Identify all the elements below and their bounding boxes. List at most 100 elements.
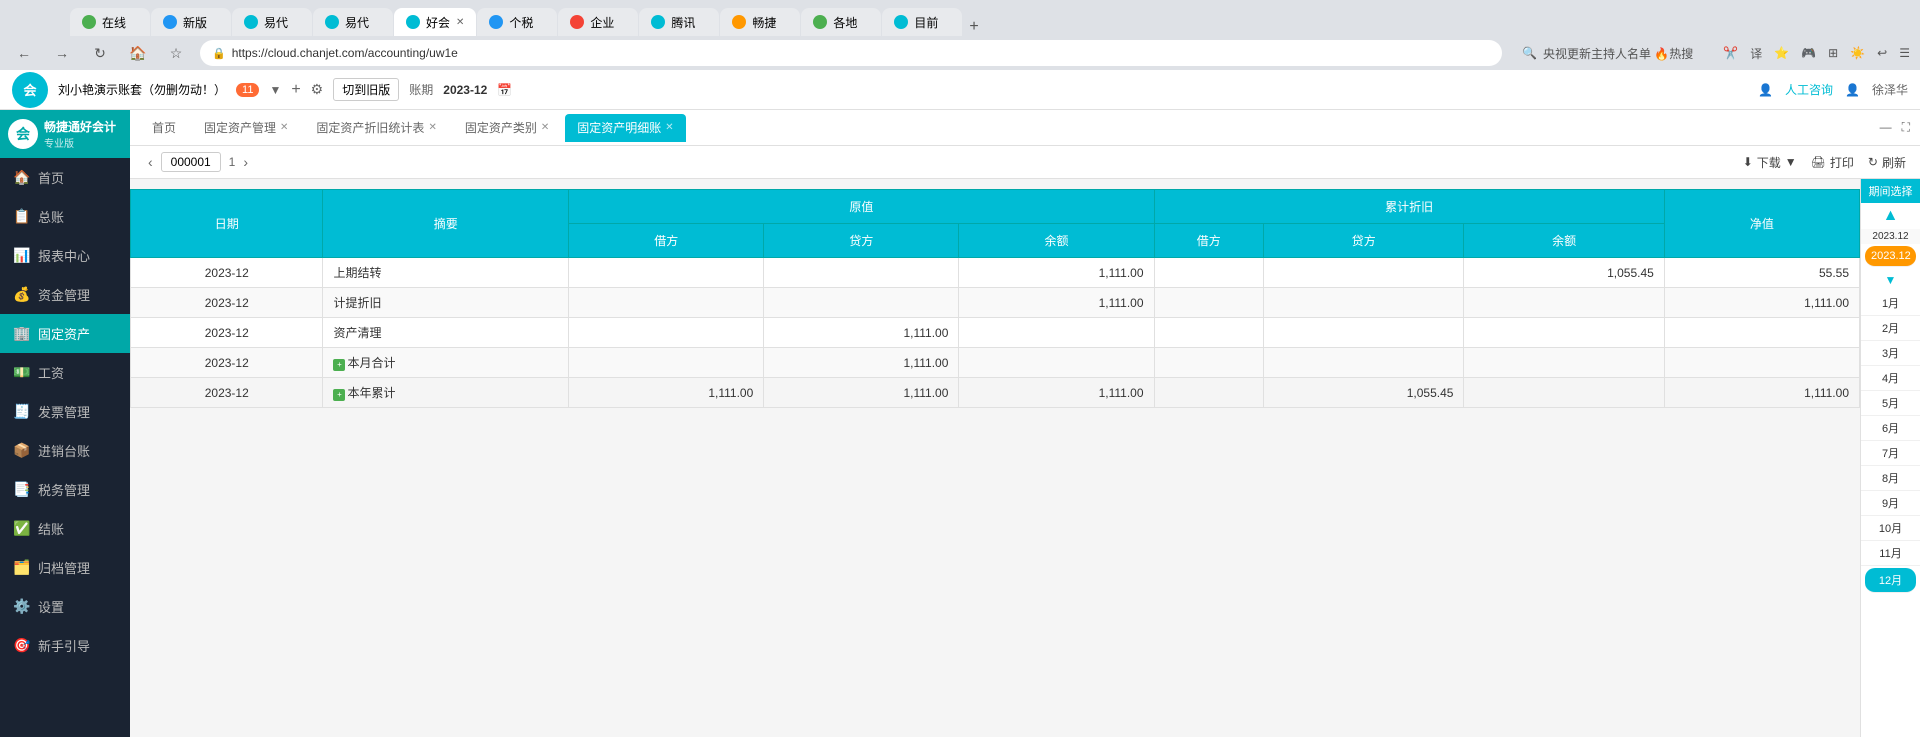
browser-tab-close-haohui[interactable]: ✕ xyxy=(456,17,464,28)
lock-icon: 🔒 xyxy=(212,47,226,60)
table-container: 日期 摘要 原值 累计折旧 净值 借方 贷方 余额 借方 贷方 余额 xyxy=(130,179,1860,737)
app-tab-fixed-detail[interactable]: 固定资产明细账 ✕ xyxy=(565,114,685,142)
browser-tab-muqian[interactable]: 目前 xyxy=(882,8,962,36)
row2-accum-balance xyxy=(1464,288,1664,318)
row2-date: 2023-12 xyxy=(131,288,323,318)
user-name[interactable]: 徐泽华 xyxy=(1872,81,1908,98)
period-selected-year: 2023.12 xyxy=(1861,229,1920,244)
sidebar-item-ledger[interactable]: 📋 总账 xyxy=(0,197,130,236)
game-icon[interactable]: 🎮 xyxy=(1801,46,1816,60)
period-month-9[interactable]: 9月 xyxy=(1861,491,1920,516)
period-month-2[interactable]: 2月 xyxy=(1861,316,1920,341)
period-scroll-down[interactable]: ▼ xyxy=(1861,269,1920,291)
app-tab-fixed-mgmt-close[interactable]: ✕ xyxy=(280,122,288,133)
table-row-monthly-total: 2023-12 +本月合计 1,111.00 xyxy=(131,348,1860,378)
period-month-10[interactable]: 10月 xyxy=(1861,516,1920,541)
home-button[interactable]: 🏠 xyxy=(124,39,152,67)
period-month-7[interactable]: 7月 xyxy=(1861,441,1920,466)
sidebar-item-guide[interactable]: 🎯 新手引导 xyxy=(0,626,130,665)
browser-tab-new[interactable]: 新版 xyxy=(151,8,231,36)
period-month-12[interactable]: 12月 xyxy=(1865,568,1916,593)
app-tab-fixed-depreciation[interactable]: 固定资产折旧统计表 ✕ xyxy=(304,114,448,142)
period-month-1[interactable]: 1月 xyxy=(1861,291,1920,316)
sidebar-item-invoice[interactable]: 🧾 发票管理 xyxy=(0,392,130,431)
scissors-icon[interactable]: ✂️ xyxy=(1723,46,1738,60)
undo-icon[interactable]: ↩ xyxy=(1877,46,1887,60)
customer-service-label[interactable]: 人工咨询 xyxy=(1785,81,1833,98)
sidebar-item-fixed[interactable]: 🏢 固定资产 xyxy=(0,314,130,353)
grid-icon[interactable]: ⊞ xyxy=(1828,46,1838,60)
browser-tab-changjie[interactable]: 畅捷 xyxy=(720,8,800,36)
period-month-6[interactable]: 6月 xyxy=(1861,416,1920,441)
next-page-button[interactable]: › xyxy=(239,152,252,172)
sidebar-item-settings[interactable]: ⚙️ 设置 xyxy=(0,587,130,626)
sidebar-item-reports[interactable]: 📊 报表中心 xyxy=(0,236,130,275)
browser-tab-yidai1[interactable]: 易代 xyxy=(232,8,312,36)
settings-btn[interactable]: ⚙ xyxy=(311,81,324,98)
sidebar-item-archive[interactable]: 🗂️ 归档管理 xyxy=(0,548,130,587)
prev-page-button[interactable]: ‹ xyxy=(144,152,157,172)
browser-tab-yidai2[interactable]: 易代 xyxy=(313,8,393,36)
url-bar[interactable]: 🔒 https://cloud.chanjet.com/accounting/u… xyxy=(200,40,1502,66)
bookmark-button[interactable]: ☆ xyxy=(162,39,190,67)
table-row: 2023-12 计提折旧 1,111.00 1,111.00 xyxy=(131,288,1860,318)
translate-icon[interactable]: 译 xyxy=(1750,45,1762,62)
row2-net-value: 1,111.00 xyxy=(1664,288,1859,318)
app-tab-fixed-depreciation-close[interactable]: ✕ xyxy=(428,122,436,133)
col-accumulated: 累计折旧 xyxy=(1154,190,1664,224)
account-dropdown[interactable]: ▼ xyxy=(269,83,281,97)
sidebar-label-closeout: 结账 xyxy=(38,519,64,538)
browser-tab-tencent[interactable]: 腾讯 xyxy=(639,8,719,36)
browser-tab-gedi[interactable]: 各地 xyxy=(801,8,881,36)
calendar-icon[interactable]: 📅 xyxy=(497,83,512,97)
print-button[interactable]: 🖨 打印 xyxy=(1811,154,1854,171)
row2-accum-debit xyxy=(1154,288,1264,318)
sun-icon[interactable]: ☀️ xyxy=(1850,46,1865,60)
app-tab-fixed-detail-close[interactable]: ✕ xyxy=(665,122,673,133)
period-month-5[interactable]: 5月 xyxy=(1861,391,1920,416)
period-scroll-up[interactable]: ▲ xyxy=(1861,203,1920,229)
switch-version-button[interactable]: 切到旧版 xyxy=(333,78,399,101)
period-month-4[interactable]: 4月 xyxy=(1861,366,1920,391)
sidebar-item-tax[interactable]: 📑 税务管理 xyxy=(0,470,130,509)
menu-icon[interactable]: ☰ xyxy=(1899,46,1910,60)
download-button[interactable]: ⬇ 下载 ▼ xyxy=(1743,154,1797,171)
browser-tab-online[interactable]: 在线 xyxy=(70,8,150,36)
sidebar-item-home[interactable]: 🏠 首页 xyxy=(0,158,130,197)
app-tab-fixed-mgmt[interactable]: 固定资产管理 ✕ xyxy=(192,114,300,142)
app-tab-fixed-category[interactable]: 固定资产类别 ✕ xyxy=(453,114,561,142)
app-tab-fixed-category-close[interactable]: ✕ xyxy=(541,122,549,133)
content-area: 首页 固定资产管理 ✕ 固定资产折旧统计表 ✕ 固定资产类别 ✕ 固定资产明细账… xyxy=(130,110,1920,737)
row3-orig-debit xyxy=(569,318,764,348)
star-icon[interactable]: ⭐ xyxy=(1774,46,1789,60)
sidebar-item-payroll[interactable]: 💵 工资 xyxy=(0,353,130,392)
forward-button[interactable]: → xyxy=(48,39,76,67)
app-header: 会 刘小艳演示账套（勿删勿动！） 11 ▼ + ⚙ 切到旧版 账期 2023-1… xyxy=(0,70,1920,110)
reload-button[interactable]: ↻ xyxy=(86,39,114,67)
col-net-value: 净值 xyxy=(1664,190,1859,258)
add-account-btn[interactable]: + xyxy=(291,81,300,99)
refresh-button[interactable]: ↻ 刷新 xyxy=(1868,154,1906,171)
sidebar-logo-title: 畅捷通好会计 xyxy=(44,118,116,135)
sidebar-item-stock[interactable]: 📦 进销台账 xyxy=(0,431,130,470)
page-number-input[interactable] xyxy=(161,152,221,172)
row2-accum-credit xyxy=(1264,288,1464,318)
maximize-icon[interactable]: ⛶ xyxy=(1902,120,1910,135)
sidebar-item-closeout[interactable]: ✅ 结账 xyxy=(0,509,130,548)
minimize-icon[interactable]: — xyxy=(1880,120,1892,135)
browser-tab-enterprise[interactable]: 企业 xyxy=(558,8,638,36)
new-tab-button[interactable]: + xyxy=(969,18,978,36)
browser-tab-haohui[interactable]: 好会 ✕ xyxy=(394,8,476,36)
col-date: 日期 xyxy=(131,190,323,258)
period-month-3[interactable]: 3月 xyxy=(1861,341,1920,366)
browser-tab-geshui[interactable]: 个税 xyxy=(477,8,557,36)
account-count-badge: 11 xyxy=(236,83,259,97)
back-button[interactable]: ← xyxy=(10,39,38,67)
period-item-highlight[interactable]: 2023.12 xyxy=(1865,246,1916,267)
app-tab-home[interactable]: 首页 xyxy=(140,114,188,142)
period-month-8[interactable]: 8月 xyxy=(1861,466,1920,491)
col-accum-credit: 贷方 xyxy=(1264,224,1464,258)
period-month-11[interactable]: 11月 xyxy=(1861,541,1920,566)
row1-summary: 上期结转 xyxy=(323,258,569,288)
sidebar-item-funds[interactable]: 💰 资金管理 xyxy=(0,275,130,314)
